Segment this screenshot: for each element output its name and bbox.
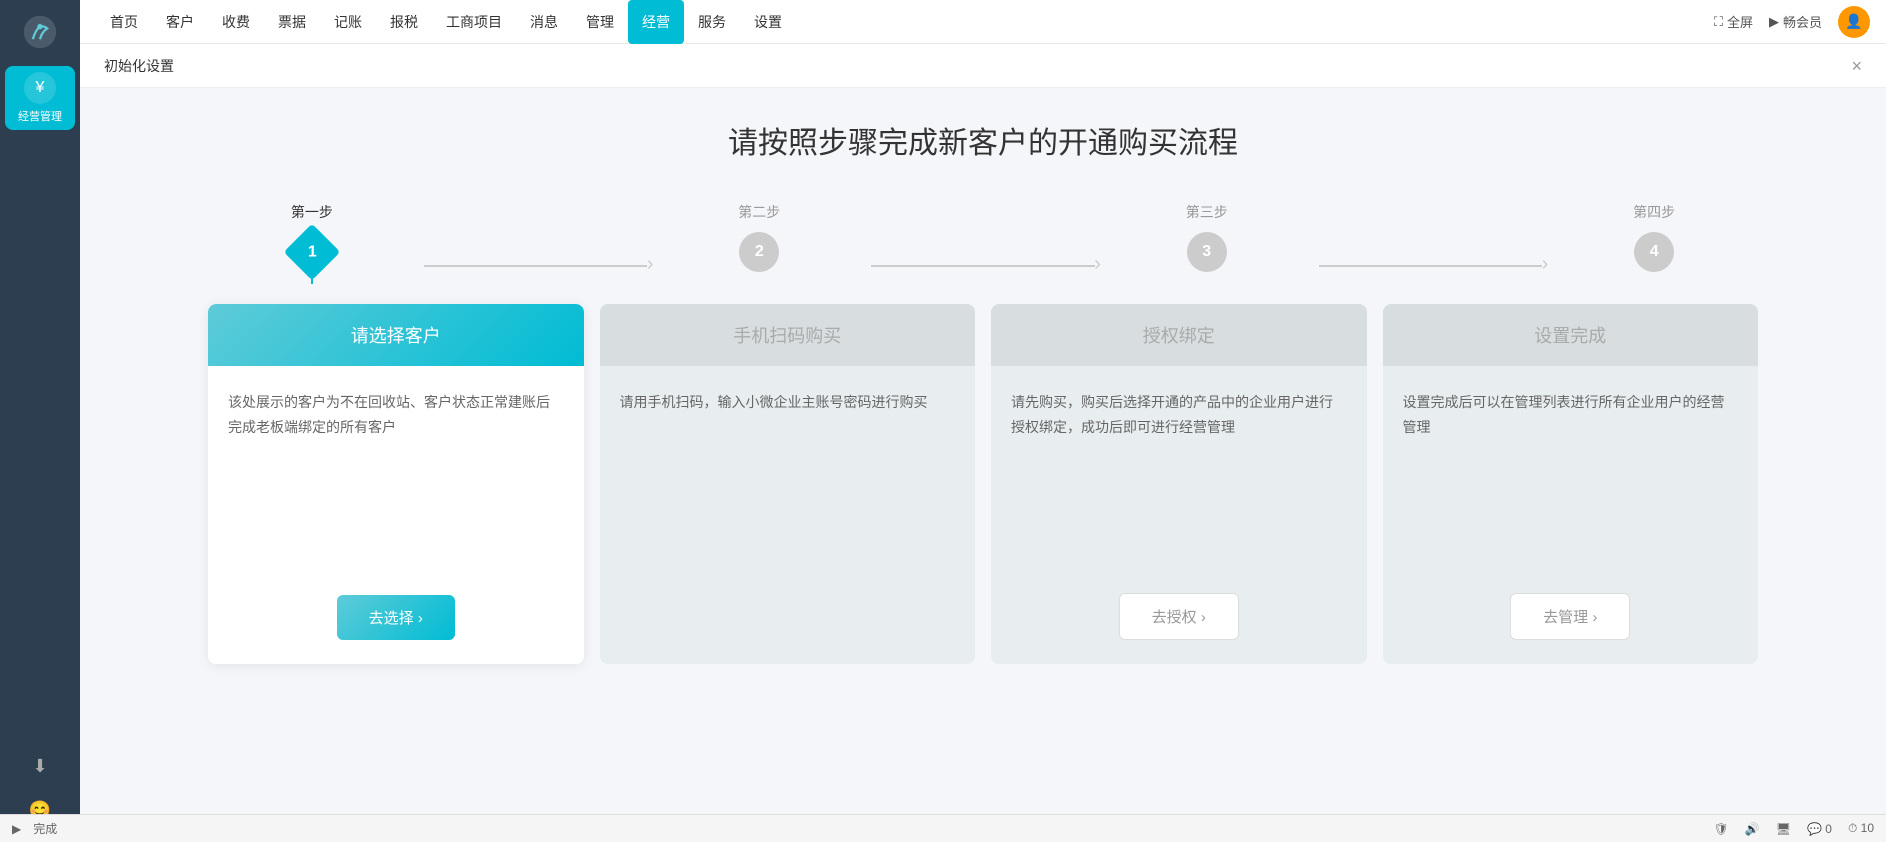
card-1-body: 该处展示的客户为不在回收站、客户状态正常建账后完成老板端绑定的所有客户 (208, 366, 584, 579)
step-1-label: 第一步 (291, 202, 333, 222)
nav-operation[interactable]: 经营 (628, 0, 684, 44)
card-1-btn[interactable]: 去选择 › (337, 595, 455, 640)
main-content: 初始化设置 × 请按照步骤完成新客户的开通购买流程 第一步 1 第二步 (80, 44, 1886, 842)
card-3-btn[interactable]: 去授权 › (1119, 593, 1239, 640)
nav-setting[interactable]: 设置 (740, 0, 796, 44)
step-4-label: 第四步 (1633, 202, 1675, 222)
step-2-label: 第二步 (738, 202, 780, 222)
card-1-footer: 去选择 › (208, 579, 584, 664)
card-4-body: 设置完成后可以在管理列表进行所有企业用户的经营管理 (1383, 366, 1759, 577)
avatar[interactable]: 👤 (1838, 6, 1870, 38)
download-icon[interactable]: ⬇ (20, 746, 60, 786)
sidebar: ¥ 经营管理 ⬇ 😊 (0, 0, 80, 842)
message-count: 💬 0 (1807, 822, 1832, 836)
card-2-body: 请用手机扫码，输入小微企业主账号密码进行购买 (600, 366, 976, 624)
card-2: 手机扫码购买 请用手机扫码，输入小微企业主账号密码进行购买 (600, 304, 976, 664)
connector-1-2 (424, 265, 648, 267)
yen-icon: ¥ (24, 72, 56, 104)
card-3: 授权绑定 请先购买，购买后选择开通的产品中的企业用户进行授权绑定，成功后即可进行… (991, 304, 1367, 664)
card-3-body: 请先购买，购买后选择开通的产品中的企业用户进行授权绑定，成功后即可进行经营管理 (991, 366, 1367, 577)
status-bar: ▶ 完成 🛡 🔊 🖥 💬 0 ⏱ 10 (0, 814, 1886, 842)
card-4-btn[interactable]: 去管理 › (1510, 593, 1630, 640)
cards-row: 请选择客户 该处展示的客户为不在回收站、客户状态正常建账后完成老板端绑定的所有客… (140, 304, 1826, 664)
connector-2-3 (871, 265, 1095, 267)
nav-tax[interactable]: 报税 (376, 0, 432, 44)
vip-btn[interactable]: ▶ 畅会员 (1769, 12, 1822, 31)
status-text: 完成 (33, 820, 57, 837)
page-title: 初始化设置 (104, 56, 174, 76)
nav-ticket[interactable]: 票据 (264, 0, 320, 44)
screen-icon[interactable]: 🖥 (1776, 822, 1791, 836)
close-button[interactable]: × (1851, 57, 1862, 75)
step-4-circle: 4 (1634, 232, 1674, 272)
card-4: 设置完成 设置完成后可以在管理列表进行所有企业用户的经营管理 去管理 › (1383, 304, 1759, 664)
nav-customer[interactable]: 客户 (152, 0, 208, 44)
step-1-diamond: 1 (284, 224, 341, 281)
step-2-circle: 2 (739, 232, 779, 272)
sidebar-item-jingying[interactable]: ¥ 经营管理 (5, 66, 75, 130)
card-1-header: 请选择客户 (208, 304, 584, 366)
nav-message[interactable]: 消息 (516, 0, 572, 44)
nav-manage[interactable]: 管理 (572, 0, 628, 44)
nav-home[interactable]: 首页 (96, 0, 152, 44)
step-3-label: 第三步 (1186, 202, 1228, 222)
step-3-wrapper: 第三步 3 (1095, 202, 1319, 272)
card-3-footer: 去授权 › (991, 577, 1367, 664)
card-3-header: 授权绑定 (991, 304, 1367, 366)
step-3-circle: 3 (1187, 232, 1227, 272)
steps-row: 第一步 1 第二步 2 第三步 3 (140, 202, 1826, 284)
card-4-footer: 去管理 › (1383, 577, 1759, 664)
step-2-wrapper: 第二步 2 (647, 202, 871, 272)
nav-service[interactable]: 服务 (684, 0, 740, 44)
page-header: 初始化设置 × (80, 44, 1886, 88)
card-1: 请选择客户 该处展示的客户为不在回收站、客户状态正常建账后完成老板端绑定的所有客… (208, 304, 584, 664)
card-2-footer (600, 624, 976, 664)
volume-icon[interactable]: 🔊 (1745, 822, 1760, 836)
step-1-circle: 1 (292, 232, 332, 284)
connector-3-4 (1319, 265, 1543, 267)
nav-industry[interactable]: 工商项目 (432, 0, 516, 44)
timer: ⏱ 10 (1848, 821, 1874, 836)
card-2-header: 手机扫码购买 (600, 304, 976, 366)
fullscreen-btn[interactable]: ⛶ 全屏 (1714, 12, 1753, 31)
fullscreen-icon: ⛶ (1714, 14, 1723, 30)
card-4-header: 设置完成 (1383, 304, 1759, 366)
step-1-num: 1 (307, 243, 316, 261)
shield-icon[interactable]: 🛡 (1714, 822, 1729, 836)
nav-fee[interactable]: 收费 (208, 0, 264, 44)
content-area: 请按照步骤完成新客户的开通购买流程 第一步 1 第二步 2 (80, 88, 1886, 694)
sidebar-logo (16, 8, 64, 56)
main-heading: 请按照步骤完成新客户的开通购买流程 (140, 118, 1826, 162)
nav-account[interactable]: 记账 (320, 0, 376, 44)
step-4-wrapper: 第四步 4 (1542, 202, 1766, 272)
top-nav: 首页 客户 收费 票据 记账 报税 工商项目 消息 管理 经营 服务 设置 ⛶ … (80, 0, 1886, 44)
video-icon: ▶ (1769, 14, 1779, 30)
nav-right: ⛶ 全屏 ▶ 畅会员 👤 (1714, 6, 1870, 38)
status-bar-right: 🛡 🔊 🖥 💬 0 ⏱ 10 (1714, 821, 1874, 836)
step-1-wrapper: 第一步 1 (200, 202, 424, 284)
play-icon: ▶ (12, 822, 21, 836)
